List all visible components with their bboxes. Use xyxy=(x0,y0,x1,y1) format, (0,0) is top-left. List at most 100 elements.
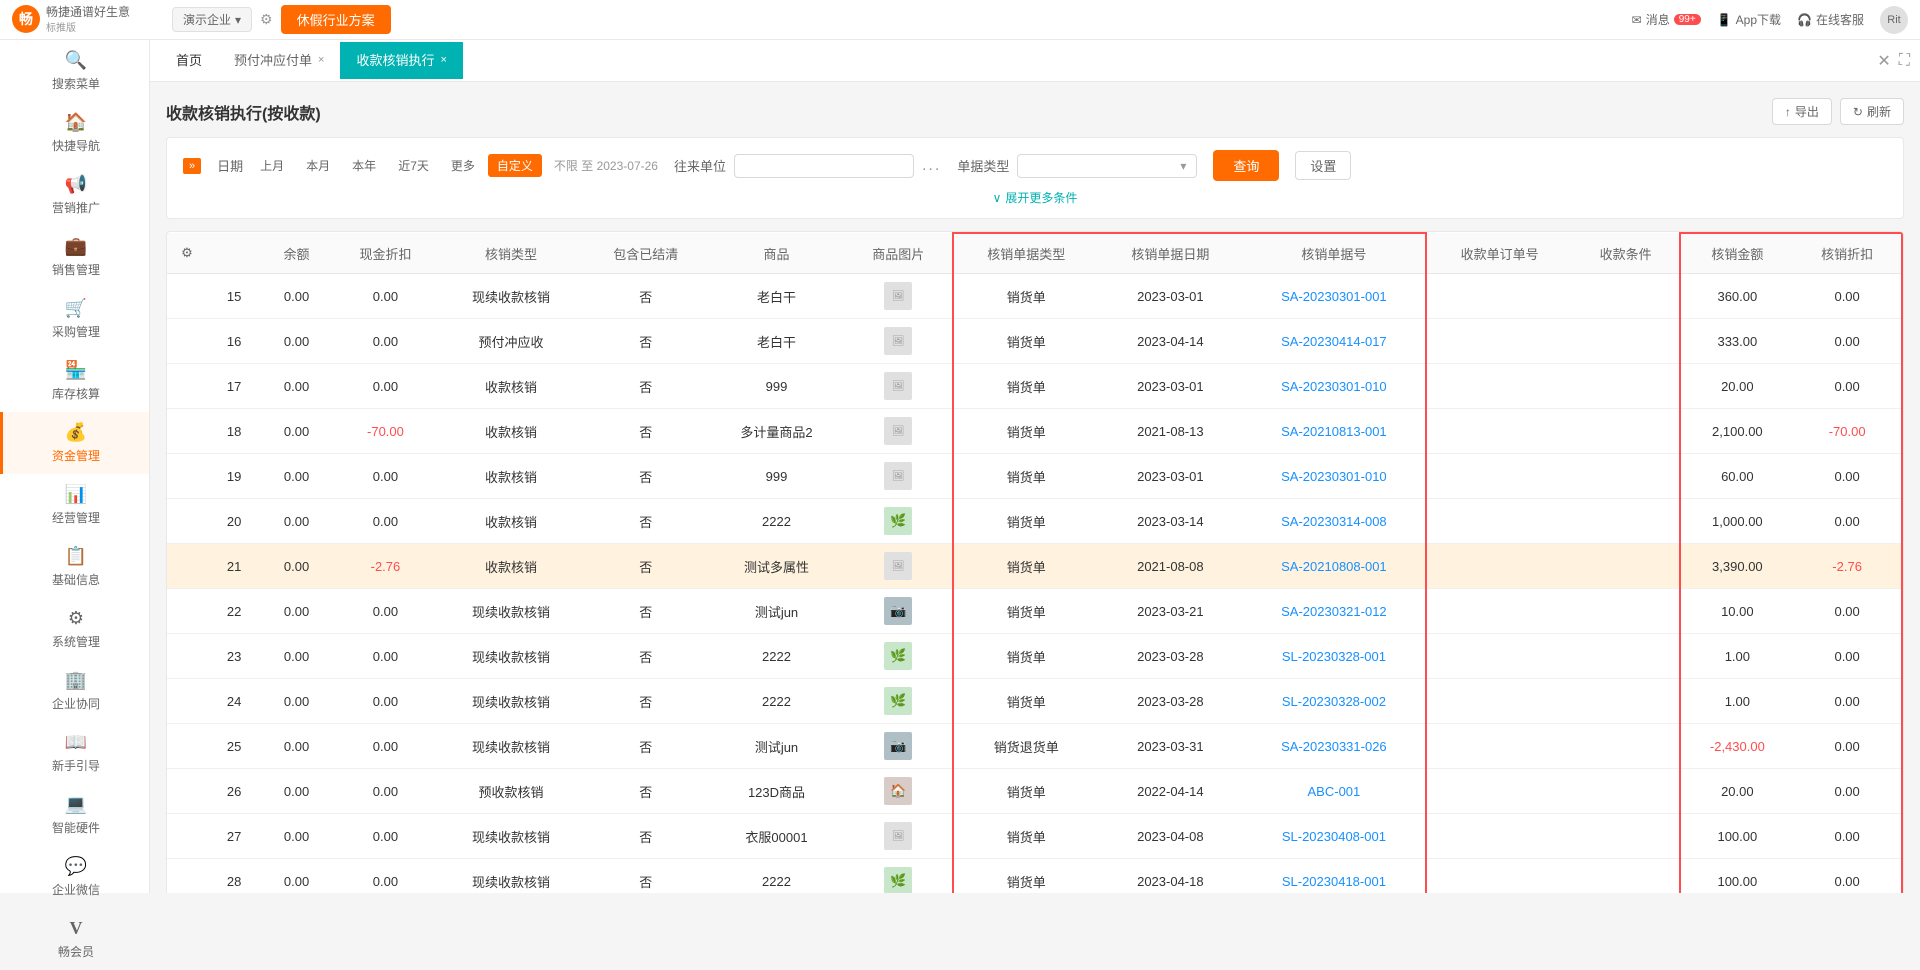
goods-image: 🖼 xyxy=(884,282,912,310)
date-btn-more[interactable]: 更多 xyxy=(442,154,484,177)
verify-doc-no-link[interactable]: SA-20210813-001 xyxy=(1281,424,1387,439)
filter-settings-button[interactable]: 设置 xyxy=(1295,151,1351,180)
refresh-button[interactable]: ↻ 刷新 xyxy=(1840,98,1904,125)
cell-verify-doc-no: SA-20230331-026 xyxy=(1242,724,1426,769)
solution-button[interactable]: 休假行业方案 xyxy=(281,5,391,34)
verify-doc-no-link[interactable]: SA-20230301-001 xyxy=(1281,289,1387,304)
date-btn-this-year[interactable]: 本年 xyxy=(343,154,385,177)
expand-conditions-btn[interactable]: ∨ 展开更多条件 xyxy=(993,189,1078,206)
doctype-select[interactable]: ▾ xyxy=(1017,154,1197,178)
verify-doc-no-link[interactable]: SL-20230418-001 xyxy=(1282,874,1386,889)
sidebar-item-guide[interactable]: 📖 新手引导 xyxy=(0,722,149,784)
sidebar-item-operations[interactable]: 📊 经营管理 xyxy=(0,474,149,536)
sidebar-item-company[interactable]: 🏢 企业协同 xyxy=(0,660,149,722)
verify-doc-no-link[interactable]: SA-20210808-001 xyxy=(1281,559,1387,574)
cell-cash-discount: 0.00 xyxy=(332,724,439,769)
cell-verify-amount: 10.00 xyxy=(1680,589,1793,634)
cell-receipt-condition xyxy=(1572,634,1681,679)
tab-prepay[interactable]: 预付冲应付单 × xyxy=(218,42,340,79)
top-bar-right: ✉ 消息 99+ 📱 App下载 🎧 在线客服 Rit xyxy=(1632,6,1908,34)
date-btn-custom[interactable]: 自定义 xyxy=(488,154,542,177)
verify-doc-no-link[interactable]: ABC-001 xyxy=(1308,784,1361,799)
cell-verify-discount: 0.00 xyxy=(1793,679,1902,724)
cell-verify-doc-type: 销货退货单 xyxy=(953,724,1098,769)
settings-icon[interactable]: ⚙ xyxy=(260,11,273,28)
sidebar-item-shortcut[interactable]: 🏠 快捷导航 xyxy=(0,102,149,164)
table-row: 18 0.00 -70.00 收款核销 否 多计量商品2 🖼 销货单 2021-… xyxy=(167,409,1902,454)
company-selector[interactable]: 演示企业 ▾ xyxy=(172,7,252,32)
sidebar-item-sales[interactable]: 💼 销售管理 xyxy=(0,226,149,288)
goods-image: 🌿 xyxy=(884,642,912,670)
cell-cash-discount: 0.00 xyxy=(332,679,439,724)
sidebar-item-member[interactable]: V 畅会员 xyxy=(0,908,149,970)
cell-cash-discount: 0.00 xyxy=(332,589,439,634)
sidebar-item-purchase[interactable]: 🛒 采购管理 xyxy=(0,288,149,350)
marketing-icon: 📢 xyxy=(65,174,87,195)
verify-doc-no-link[interactable]: SA-20230321-012 xyxy=(1281,604,1387,619)
cell-verify-doc-no: SA-20230321-012 xyxy=(1242,589,1426,634)
dropdown-arrow-icon: ▾ xyxy=(1180,159,1186,173)
cell-verify-discount: 0.00 xyxy=(1793,364,1902,409)
cell-included: 否 xyxy=(583,364,709,409)
date-btn-7days[interactable]: 近7天 xyxy=(389,154,438,177)
table-row: 24 0.00 0.00 现续收款核销 否 2222 🌿 销货单 2023-03… xyxy=(167,679,1902,724)
sidebar-item-inventory[interactable]: 🏪 库存核算 xyxy=(0,350,149,412)
cell-goods-img: 🌿 xyxy=(844,679,953,724)
message-icon: ✉ xyxy=(1632,13,1642,27)
sidebar-item-marketing[interactable]: 📢 营销推广 xyxy=(0,164,149,226)
tab-collection-close[interactable]: × xyxy=(440,54,446,66)
sidebar-item-hardware[interactable]: 💻 智能硬件 xyxy=(0,784,149,846)
cell-verify-doc-type: 销货单 xyxy=(953,454,1098,499)
sidebar-item-finance[interactable]: 💰 资金管理 xyxy=(0,412,149,474)
verify-doc-no-link[interactable]: SL-20230408-001 xyxy=(1282,829,1386,844)
page-actions: ↑ 导出 ↻ 刷新 xyxy=(1772,98,1904,125)
tab-home[interactable]: 首页 xyxy=(160,42,218,79)
company-icon: 🏢 xyxy=(65,670,87,691)
sidebar-item-system[interactable]: ⚙ 系统管理 xyxy=(0,598,149,660)
query-button[interactable]: 查询 xyxy=(1213,150,1279,181)
th-balance: 余额 xyxy=(261,233,332,274)
verify-doc-no-link[interactable]: SA-20230414-017 xyxy=(1281,334,1387,349)
cell-included: 否 xyxy=(583,319,709,364)
cell-settings xyxy=(167,814,207,859)
sidebar-item-basic[interactable]: 📋 基础信息 xyxy=(0,536,149,598)
cell-verify-discount: 0.00 xyxy=(1793,634,1902,679)
cell-receipt-order-no xyxy=(1426,319,1571,364)
column-settings-icon[interactable]: ⚙ xyxy=(181,245,193,260)
member-icon: V xyxy=(70,918,83,939)
cell-verify-doc-date: 2023-04-18 xyxy=(1098,859,1242,894)
cell-receipt-order-no xyxy=(1426,769,1571,814)
verify-doc-no-link[interactable]: SA-20230314-008 xyxy=(1281,514,1387,529)
cell-verify-type: 现续收款核销 xyxy=(439,589,583,634)
date-btn-last-month[interactable]: 上月 xyxy=(251,154,293,177)
cell-receipt-condition xyxy=(1572,679,1681,724)
app-download-item[interactable]: 📱 App下载 xyxy=(1717,11,1781,28)
sidebar-item-wechat[interactable]: 💬 企业微信 xyxy=(0,846,149,908)
filter-expand-arrow[interactable]: » xyxy=(183,158,201,174)
verify-doc-no-link[interactable]: SL-20230328-002 xyxy=(1282,694,1386,709)
window-close-icon[interactable]: ✕ xyxy=(1877,51,1890,71)
partner-input[interactable] xyxy=(734,154,914,178)
sidebar-label-shortcut: 快捷导航 xyxy=(52,137,100,154)
sidebar-item-search[interactable]: 🔍 搜索菜单 xyxy=(0,40,149,102)
message-item[interactable]: ✉ 消息 99+ xyxy=(1632,11,1701,28)
th-settings[interactable]: ⚙ xyxy=(167,233,207,274)
tab-collection[interactable]: 收款核销执行 × xyxy=(340,42,462,79)
window-maximize-icon[interactable]: ⛶ xyxy=(1899,52,1910,70)
avatar[interactable]: Rit xyxy=(1880,6,1908,34)
service-item[interactable]: 🎧 在线客服 xyxy=(1797,11,1864,28)
verify-doc-no-link[interactable]: SA-20230301-010 xyxy=(1281,469,1387,484)
sidebar-label-member: 畅会员 xyxy=(58,943,94,960)
export-button[interactable]: ↑ 导出 xyxy=(1772,98,1832,125)
cell-verify-type: 现续收款核销 xyxy=(439,724,583,769)
verify-doc-no-link[interactable]: SL-20230328-001 xyxy=(1282,649,1386,664)
cell-goods-img: 🌿 xyxy=(844,634,953,679)
date-btn-this-month[interactable]: 本月 xyxy=(297,154,339,177)
verify-doc-no-link[interactable]: SA-20230331-026 xyxy=(1281,739,1387,754)
cell-receipt-order-no xyxy=(1426,679,1571,724)
tab-prepay-close[interactable]: × xyxy=(318,54,324,66)
verify-doc-no-link[interactable]: SA-20230301-010 xyxy=(1281,379,1387,394)
cell-cash-discount: 0.00 xyxy=(332,814,439,859)
cell-seq: 20 xyxy=(207,499,261,544)
cell-receipt-order-no xyxy=(1426,454,1571,499)
